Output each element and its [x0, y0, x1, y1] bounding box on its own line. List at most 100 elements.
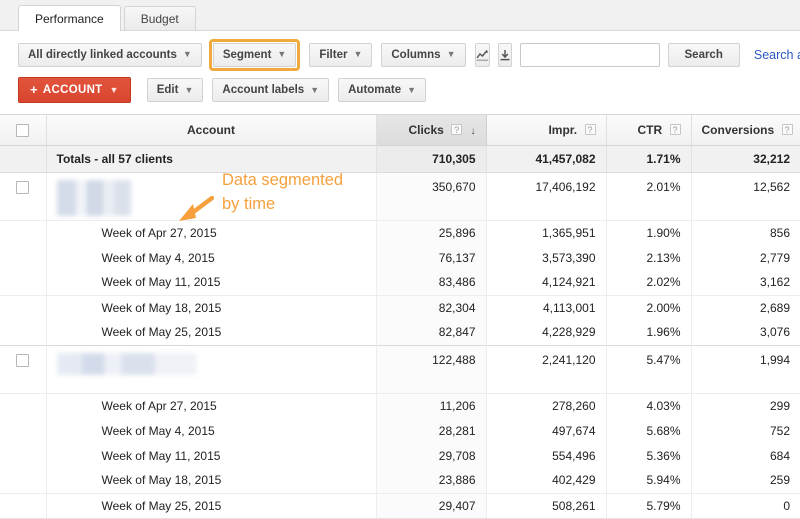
row-ctr: 5.36%	[606, 443, 692, 468]
help-icon[interactable]: ?	[584, 123, 596, 135]
row-clicks: 83,486	[376, 270, 487, 295]
row-ctr: 2.00%	[606, 294, 692, 320]
table-row[interactable]: Week of May 18, 2015 82,304 4,113,001 2.…	[0, 294, 800, 320]
row-select-cell	[0, 392, 47, 418]
add-account-button[interactable]: + ACCOUNT ▼	[18, 77, 131, 103]
automate-button[interactable]: Automate ▼	[338, 78, 427, 102]
row-select-cell	[0, 418, 47, 443]
row-select-cell[interactable]	[0, 344, 47, 393]
table-row[interactable]: 122,488 2,241,120 5.47% 1,994	[0, 344, 800, 393]
row-conversions: 3,162	[759, 275, 790, 290]
redacted-account-name	[56, 352, 197, 375]
row-clicks: 25,896	[376, 219, 487, 245]
segment-label: Week of Apr 27, 2015	[46, 219, 377, 245]
row-checkbox[interactable]	[16, 180, 30, 194]
row-conversions: 752	[769, 423, 790, 438]
totals-impressions: 41,457,082	[486, 145, 607, 173]
table-row[interactable]: Week of May 11, 2015 83,486 4,124,921 2.…	[0, 270, 800, 295]
help-icon[interactable]: ?	[781, 123, 793, 135]
row-ctr: 4.03%	[606, 392, 692, 418]
secondary-toolbar: + ACCOUNT ▼ Edit ▼ Account labels ▼ Auto…	[0, 74, 800, 106]
segment-label: Week of May 4, 2015	[46, 418, 377, 443]
redacted-account-name	[56, 179, 131, 216]
chevron-down-icon: ▼	[109, 85, 119, 95]
table-row[interactable]: Week of May 25, 2015 29,407 508,261 5.79…	[0, 492, 800, 518]
tab-performance[interactable]: Performance	[18, 5, 121, 31]
table-row[interactable]: Week of May 18, 2015 23,886 402,429 5.94…	[0, 468, 800, 493]
totals-ctr: 1.71%	[606, 145, 692, 173]
row-conversions: 0	[691, 492, 800, 518]
search-button[interactable]: Search	[667, 42, 740, 67]
accounts-filter-button[interactable]: All directly linked accounts ▼	[18, 42, 202, 67]
filter-button[interactable]: Filter ▼	[309, 42, 373, 67]
add-account-label: ACCOUNT	[42, 84, 103, 96]
row-select-cell[interactable]	[0, 171, 47, 220]
filter-label: Filter	[319, 48, 348, 61]
table-row[interactable]: Week of May 4, 2015 76,137 3,573,390 2.1…	[0, 245, 800, 270]
segment-label: Segment	[222, 48, 272, 61]
row-ctr: 2.13%	[606, 245, 692, 270]
help-icon[interactable]: ?	[669, 123, 681, 135]
row-impressions: 3,573,390	[486, 245, 607, 270]
row-impressions: 4,113,001	[486, 294, 607, 320]
row-ctr: 5.79%	[606, 492, 692, 518]
row-select-cell	[0, 294, 47, 320]
select-all-header[interactable]	[0, 115, 47, 146]
columns-label: Columns	[391, 48, 441, 61]
search-button-label: Search	[684, 48, 723, 61]
row-ctr: 5.68%	[606, 418, 692, 443]
search-across-accounts-link[interactable]: Search across accounts	[754, 48, 800, 62]
column-header-impressions[interactable]: Impr. ?	[486, 115, 607, 146]
segment-button[interactable]: Segment ▼	[212, 42, 297, 67]
accounts-filter-label: All directly linked accounts	[28, 48, 177, 61]
column-header-conversions[interactable]: Conversions ?	[691, 115, 800, 146]
segment-highlight-box: Segment ▼	[208, 38, 301, 71]
table-row[interactable]: 350,670 17,406,192 2.01% 12,562	[0, 171, 800, 220]
table-row[interactable]: Week of Apr 27, 2015 11,206 278,260 4.03…	[0, 392, 800, 418]
segment-label: Week of May 18, 2015	[46, 294, 377, 320]
tab-budget[interactable]: Budget	[123, 6, 196, 30]
row-clicks: 29,708	[376, 443, 487, 468]
chart-view-button[interactable]	[474, 42, 490, 67]
column-header-ctr[interactable]: CTR ?	[606, 115, 692, 146]
sort-descending-icon: ↓	[470, 125, 476, 137]
segment-label: Week of May 25, 2015	[46, 492, 377, 518]
edit-button[interactable]: Edit ▼	[146, 78, 204, 102]
columns-button[interactable]: Columns ▼	[381, 42, 466, 67]
row-impressions: 402,429	[486, 468, 607, 493]
table-row[interactable]: Week of Apr 27, 2015 25,896 1,365,951 1.…	[0, 219, 800, 245]
table-body: Totals - all 57 clients 710,305 41,457,0…	[0, 145, 800, 518]
row-conversions: 856	[691, 219, 800, 245]
row-select-cell	[0, 219, 47, 245]
totals-label: Totals - all 57 clients	[46, 145, 377, 173]
edit-label: Edit	[156, 84, 179, 96]
table-row[interactable]: Week of May 4, 2015 28,281 497,674 5.68%…	[0, 418, 800, 443]
row-clicks: 29,407	[376, 492, 487, 518]
row-clicks: 11,206	[376, 392, 487, 418]
row-impressions: 17,406,192	[486, 171, 607, 220]
tab-strip: Performance Budget	[0, 0, 800, 31]
select-all-checkbox[interactable]	[16, 123, 30, 137]
segment-label: Week of May 11, 2015	[46, 270, 377, 295]
column-header-account[interactable]: Account	[46, 115, 377, 146]
tab-performance-label: Performance	[35, 12, 104, 26]
search-input[interactable]	[519, 42, 660, 67]
totals-check-cell	[0, 145, 47, 173]
account-labels-button[interactable]: Account labels ▼	[212, 78, 330, 102]
account-name-cell[interactable]	[46, 344, 377, 393]
table-row[interactable]: Week of May 11, 2015 29,708 554,496 5.36…	[0, 443, 800, 468]
column-header-account-label: Account	[187, 122, 235, 137]
row-conversions: 12,562	[691, 171, 800, 220]
segment-label: Week of May 4, 2015	[46, 245, 377, 270]
chevron-down-icon: ▼	[353, 49, 363, 59]
column-header-clicks[interactable]: Clicks ? ↓	[376, 115, 487, 146]
account-name-cell[interactable]	[46, 171, 377, 220]
column-header-ctr-label: CTR	[637, 122, 663, 137]
segment-label: Week of Apr 27, 2015	[46, 392, 377, 418]
row-checkbox[interactable]	[16, 353, 30, 367]
table-row[interactable]: Week of May 25, 2015 82,847 4,228,929 1.…	[0, 320, 800, 345]
row-clicks: 82,304	[376, 294, 487, 320]
download-button[interactable]	[497, 42, 512, 67]
row-ctr: 2.01%	[606, 171, 692, 220]
help-icon[interactable]: ?	[451, 123, 463, 135]
